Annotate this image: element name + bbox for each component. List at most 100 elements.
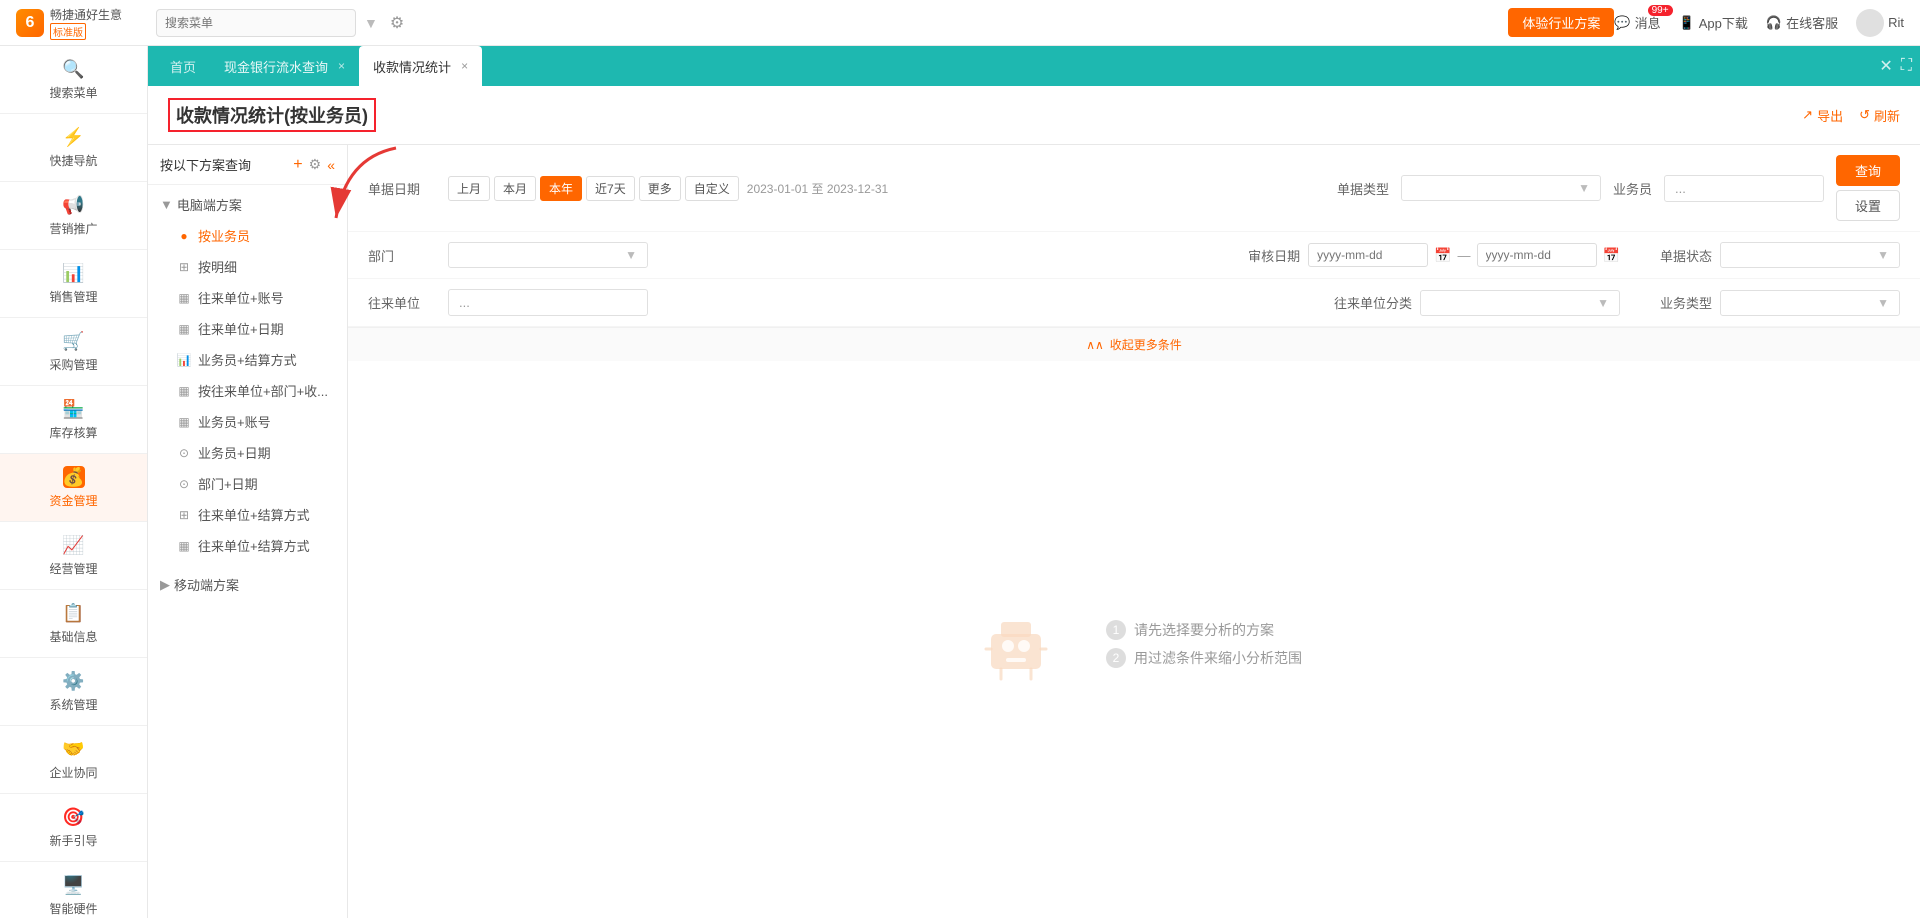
sidebar-item-finance[interactable]: 💰 资金管理 <box>0 454 147 522</box>
scheme-item-staff-acct[interactable]: ▦ 业务员+账号 <box>148 406 347 437</box>
tab-home[interactable]: 首页 <box>156 46 210 86</box>
trial-btn[interactable]: 体验行业方案 <box>1508 8 1614 37</box>
scheme-group-mobile: ▶ 移动端方案 <box>148 565 347 604</box>
tab-maximize-icon[interactable]: ⛶ <box>1901 57 1912 75</box>
sidebar-item-operation[interactable]: 📈 经营管理 <box>0 522 147 590</box>
scheme-group-mobile-title[interactable]: ▶ 移动端方案 <box>148 569 347 600</box>
scheme-item-staff-settle[interactable]: 📊 业务员+结算方式 <box>148 344 347 375</box>
sidebar-item-basic[interactable]: 📋 基础信息 <box>0 590 147 658</box>
salesperson-select[interactable]: ... <box>1664 175 1824 202</box>
tab-bank-close[interactable]: × <box>338 59 345 73</box>
scheme-item-partner-settle2-label: 往来单位+结算方式 <box>198 536 310 555</box>
scheme-item-partner-settle2[interactable]: ▦ 往来单位+结算方式 <box>148 530 347 561</box>
calendar-from-icon[interactable]: 📅 <box>1434 247 1451 264</box>
sidebar-item-guide[interactable]: 🎯 新手引导 <box>0 794 147 862</box>
tab-bank[interactable]: 现金银行流水查询 × <box>210 46 359 86</box>
scheme-item-staff-date[interactable]: ⊙ 业务员+日期 <box>148 437 347 468</box>
collapse-arrow-icon: ∧∧ <box>1086 338 1104 352</box>
doc-type-chevron: ▼ <box>1578 181 1590 195</box>
partner-cat-select[interactable]: ▼ <box>1420 290 1620 316</box>
date-btn-this-month[interactable]: 本月 <box>494 176 536 201</box>
tab-collection[interactable]: 收款情况统计 × <box>359 46 482 86</box>
review-date-from[interactable] <box>1308 243 1428 267</box>
scheme-item-partner-dept[interactable]: ▦ 按往来单位+部门+收... <box>148 375 347 406</box>
partner-value: ... <box>448 289 1294 316</box>
collapse-bar[interactable]: ∧∧ 收起更多条件 <box>348 327 1920 361</box>
scheme-item-detail[interactable]: ⊞ 按明细 <box>148 251 347 282</box>
scheme-panel-actions: + ⚙ « <box>293 156 335 174</box>
sidebar-label-hardware: 智能硬件 <box>49 900 97 917</box>
doc-status-select[interactable]: ▼ <box>1720 242 1900 268</box>
date-label: 单据日期 <box>368 179 448 198</box>
partner-select[interactable]: ... <box>448 289 648 316</box>
filter-row-date: 单据日期 上月 本月 本年 近7天 更多 自定义 2023-01-01 至 20… <box>348 145 1920 232</box>
dept-value: ▼ <box>448 242 1208 268</box>
dept-select[interactable]: ▼ <box>448 242 648 268</box>
online-service-btn[interactable]: 🎧 在线客服 <box>1766 13 1838 32</box>
logo-icon: 6 <box>16 9 44 37</box>
sidebar-label-search: 搜索菜单 <box>49 84 97 101</box>
hardware-icon: 🖥️ <box>63 874 85 896</box>
date-btn-custom[interactable]: 自定义 <box>685 176 739 201</box>
export-btn[interactable]: ↗ 导出 <box>1802 106 1843 125</box>
scheme-item-partner-date[interactable]: ▦ 往来单位+日期 <box>148 313 347 344</box>
sidebar-item-system[interactable]: ⚙️ 系统管理 <box>0 658 147 726</box>
logo-text: 畅捷通好生意 <box>50 6 122 23</box>
setting-btn[interactable]: 设置 <box>1836 190 1900 221</box>
tip-1-num: 1 <box>1106 620 1126 640</box>
user-avatar[interactable]: Rit <box>1856 9 1904 37</box>
settings-icon[interactable]: ⚙ <box>390 13 404 33</box>
sidebar-item-purchase[interactable]: 🛒 采购管理 <box>0 318 147 386</box>
page-title: 收款情况统计(按业务员) <box>168 98 376 132</box>
query-btn-group: 查询 设置 <box>1836 155 1900 221</box>
date-btn-7days[interactable]: 近7天 <box>586 176 635 201</box>
date-btn-more[interactable]: 更多 <box>639 176 681 201</box>
sidebar-item-hardware[interactable]: 🖥️ 智能硬件 <box>0 862 147 918</box>
sidebar-label-corp: 企业协同 <box>49 764 97 781</box>
scheme-item-partner-settle1-icon: ⊞ <box>176 507 192 523</box>
scheme-group-pc-title[interactable]: ▼ 电脑端方案 <box>148 189 347 220</box>
calendar-to-icon[interactable]: 📅 <box>1603 247 1620 264</box>
sidebar-item-sales[interactable]: 📊 销售管理 <box>0 250 147 318</box>
sidebar-item-warehouse[interactable]: 🏪 库存核算 <box>0 386 147 454</box>
tab-bank-label: 现金银行流水查询 <box>224 57 328 76</box>
quick-nav-icon: ⚡ <box>63 126 85 148</box>
tip-1-text: 请先选择要分析的方案 <box>1134 620 1274 640</box>
query-btn[interactable]: 查询 <box>1836 155 1900 186</box>
review-date-to[interactable] <box>1477 243 1597 267</box>
scheme-item-dept-date-icon: ⊙ <box>176 476 192 492</box>
sidebar-item-search[interactable]: 🔍 搜索菜单 <box>0 46 147 114</box>
scheme-add-btn[interactable]: + <box>293 156 302 174</box>
refresh-btn[interactable]: ↺ 刷新 <box>1859 106 1900 125</box>
scheme-item-dept-date[interactable]: ⊙ 部门+日期 <box>148 468 347 499</box>
filter-row-partner: 往来单位 ... 往来单位分类 <box>348 279 1920 327</box>
scheme-item-partner-settle1[interactable]: ⊞ 往来单位+结算方式 <box>148 499 347 530</box>
sidebar-item-quick-nav[interactable]: ⚡ 快捷导航 <box>0 114 147 182</box>
date-btn-last-month[interactable]: 上月 <box>448 176 490 201</box>
date-btn-this-year[interactable]: 本年 <box>540 176 582 201</box>
message-btn[interactable]: 💬 消息 99+ <box>1614 13 1660 32</box>
collapse-text: 收起更多条件 <box>1110 336 1182 353</box>
scheme-item-partner-settle2-icon: ▦ <box>176 538 192 554</box>
scheme-setting-btn[interactable]: ⚙ <box>309 156 322 173</box>
top-search-input[interactable] <box>156 9 356 37</box>
doc-type-select[interactable]: ▼ <box>1401 175 1601 201</box>
biz-type-select[interactable]: ▼ <box>1720 290 1900 316</box>
tab-collection-close[interactable]: × <box>461 59 468 73</box>
scheme-item-salesperson[interactable]: ● 按业务员 <box>148 220 347 251</box>
tab-collection-label: 收款情况统计 <box>373 57 451 76</box>
sidebar-item-corp[interactable]: 🤝 企业协同 <box>0 726 147 794</box>
refresh-icon: ↺ <box>1859 107 1870 123</box>
top-bar: 6 畅捷通好生意 标准版 ▼ ⚙ 体验行业方案 💬 消息 99+ 📱 App下载… <box>0 0 1920 46</box>
review-date-label: 审核日期 <box>1248 246 1300 265</box>
empty-tips: 1 请先选择要分析的方案 2 用过滤条件来缩小分析范围 <box>1106 620 1302 668</box>
scheme-item-partner-acct[interactable]: ▦ 往来单位+账号 <box>148 282 347 313</box>
app-download-btn[interactable]: 📱 App下载 <box>1679 13 1748 32</box>
partner-label: 往来单位 <box>368 293 448 312</box>
sidebar-item-marketing[interactable]: 📢 营销推广 <box>0 182 147 250</box>
tab-close-all-icon[interactable]: ✕ <box>1879 56 1892 76</box>
scheme-collapse-btn[interactable]: « <box>327 157 335 173</box>
filter-row-dept: 部门 ▼ 审核日期 📅 <box>348 232 1920 279</box>
page-content: 收款情况统计(按业务员) ↗ 导出 ↺ 刷新 按以下方 <box>148 86 1920 918</box>
search-dropdown-icon[interactable]: ▼ <box>364 15 378 31</box>
